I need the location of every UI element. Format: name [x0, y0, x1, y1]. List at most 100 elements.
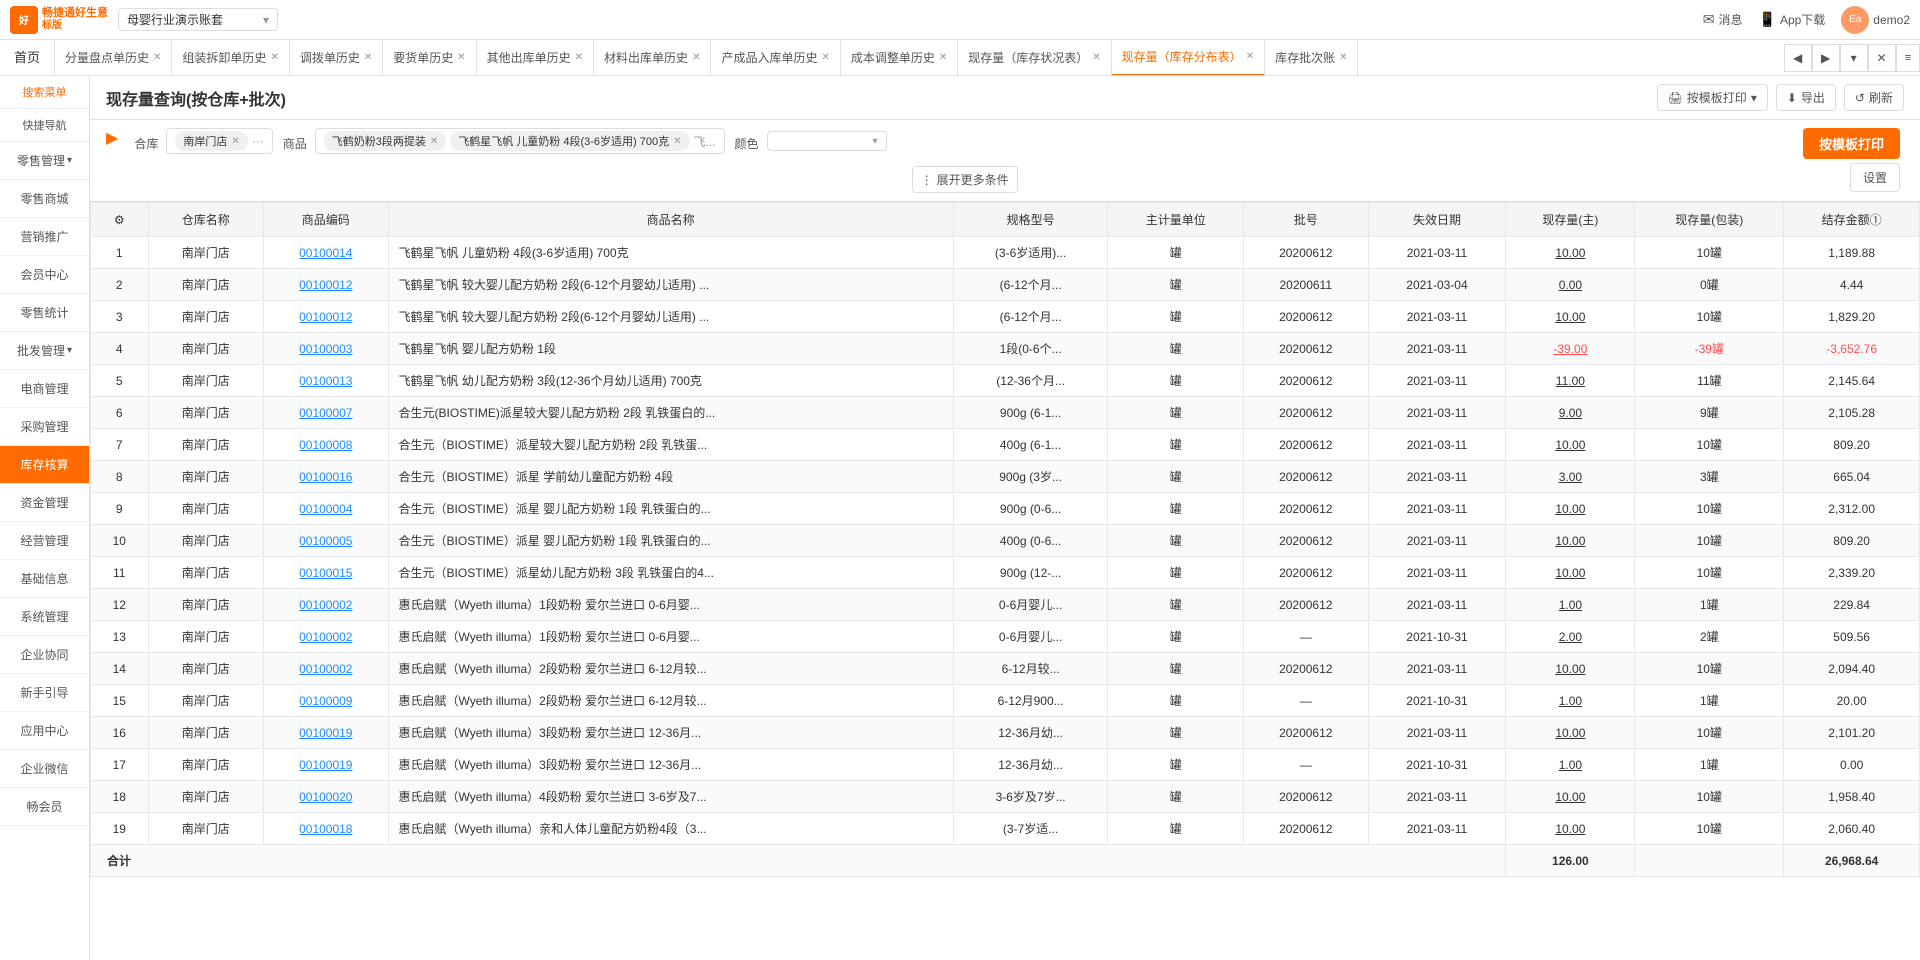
sidebar-item-purchase[interactable]: 采购管理	[0, 408, 89, 446]
sidebar-item-finance[interactable]: 资金管理	[0, 484, 89, 522]
sidebar-item-ecommerce[interactable]: 电商管理	[0, 370, 89, 408]
sidebar-item-guide[interactable]: 新手引导	[0, 674, 89, 712]
sidebar-item-basic[interactable]: 基础信息	[0, 560, 89, 598]
product-tag-1-close[interactable]: ✕	[430, 136, 438, 147]
cell-code[interactable]: 00100002	[264, 653, 389, 685]
expand-more-btn[interactable]: ⋮ 展开更多条件	[912, 166, 1018, 193]
sidebar-item-stock[interactable]: 库存核算	[0, 446, 89, 484]
sidebar-item-app-center[interactable]: 应用中心	[0, 712, 89, 750]
sidebar-item-biz[interactable]: 经营管理	[0, 522, 89, 560]
tab-prev-btn[interactable]: ◀	[1784, 44, 1812, 72]
store-selector[interactable]: 母婴行业演示账套 ▾	[118, 8, 278, 31]
warehouse-tag-close[interactable]: ✕	[231, 136, 239, 147]
cell-code[interactable]: 00100002	[264, 589, 389, 621]
tab-close-split[interactable]: ✕	[153, 40, 161, 76]
sidebar-item-retail[interactable]: 零售管理 ▾	[0, 142, 89, 180]
cell-code[interactable]: 00100013	[264, 365, 389, 397]
cell-qty-main[interactable]: 10.00	[1506, 717, 1635, 749]
cell-qty-main[interactable]: 10.00	[1506, 301, 1635, 333]
cell-qty-main[interactable]: 11.00	[1506, 365, 1635, 397]
sidebar-item-corp[interactable]: 企业协同	[0, 636, 89, 674]
sidebar-item-member2[interactable]: 畅会员	[0, 788, 89, 826]
tab-home[interactable]: 首页	[0, 40, 55, 76]
tab-stock-dist[interactable]: 现存量（库存分布表） ✕	[1112, 40, 1265, 76]
cell-qty-main[interactable]: 3.00	[1506, 461, 1635, 493]
warehouse-selector[interactable]: 南岸门店 ✕ ···	[166, 128, 272, 154]
cell-qty-main[interactable]: 9.00	[1506, 397, 1635, 429]
tab-close-want[interactable]: ✕	[457, 40, 465, 76]
tab-want[interactable]: 要货单历史 ✕	[383, 40, 476, 76]
tab-mix[interactable]: 调拨单历史 ✕	[290, 40, 383, 76]
tab-close-material-out[interactable]: ✕	[692, 40, 700, 76]
cell-qty-main[interactable]: 2.00	[1506, 621, 1635, 653]
app-download-btn[interactable]: 📱 App下载	[1759, 11, 1826, 28]
tab-batch-settle[interactable]: 库存批次账 ✕	[1265, 40, 1358, 76]
tab-close-stock-dist[interactable]: ✕	[1246, 40, 1254, 75]
cell-code[interactable]: 00100003	[264, 333, 389, 365]
cell-code[interactable]: 00100016	[264, 461, 389, 493]
cell-code[interactable]: 00100008	[264, 429, 389, 461]
cell-code[interactable]: 00100012	[264, 269, 389, 301]
cell-qty-main[interactable]: 1.00	[1506, 589, 1635, 621]
cell-qty-main[interactable]: 1.00	[1506, 685, 1635, 717]
tab-product-in[interactable]: 产成品入库单历史 ✕	[711, 40, 840, 76]
user-info[interactable]: Ea demo2	[1841, 6, 1910, 34]
export-btn[interactable]: ⬇ 导出	[1776, 84, 1836, 111]
col-settings[interactable]: ⚙	[91, 203, 149, 237]
cell-code[interactable]: 00100012	[264, 301, 389, 333]
cell-code[interactable]: 00100019	[264, 717, 389, 749]
tab-next-btn[interactable]: ▶	[1812, 44, 1840, 72]
cell-code[interactable]: 00100005	[264, 525, 389, 557]
cell-code[interactable]: 00100004	[264, 493, 389, 525]
cell-code[interactable]: 00100014	[264, 237, 389, 269]
sidebar-item-wholesale[interactable]: 批发管理 ▾	[0, 332, 89, 370]
cell-qty-main[interactable]: 10.00	[1506, 429, 1635, 461]
cell-qty-main[interactable]: 1.00	[1506, 749, 1635, 781]
sidebar-item-shop[interactable]: 零售商城	[0, 180, 89, 218]
sidebar-quick-nav[interactable]: 快捷导航	[0, 109, 89, 142]
tab-disassemble[interactable]: 组装拆卸单历史 ✕	[172, 40, 289, 76]
message-btn[interactable]: ✉ 消息	[1703, 11, 1743, 28]
query-btn[interactable]: 按模板打印	[1803, 128, 1900, 159]
sidebar-item-stats[interactable]: 零售统计	[0, 294, 89, 332]
tab-close-other-out[interactable]: ✕	[575, 40, 583, 76]
tab-close-current-btn[interactable]: ✕	[1868, 44, 1896, 72]
cell-code[interactable]: 00100019	[264, 749, 389, 781]
sidebar-item-member[interactable]: 会员中心	[0, 256, 89, 294]
cell-qty-main[interactable]: 10.00	[1506, 813, 1635, 845]
tab-close-cost-adjust[interactable]: ✕	[939, 40, 947, 76]
tab-close-disassemble[interactable]: ✕	[270, 40, 278, 76]
tab-close-batch-settle[interactable]: ✕	[1339, 40, 1347, 76]
tab-close-product-in[interactable]: ✕	[821, 40, 829, 76]
setting-btn[interactable]: 设置	[1850, 163, 1900, 192]
cell-code[interactable]: 00100020	[264, 781, 389, 813]
tab-material-out[interactable]: 材料出库单历史 ✕	[594, 40, 711, 76]
cell-code[interactable]: 00100018	[264, 813, 389, 845]
tab-other-out[interactable]: 其他出库单历史 ✕	[477, 40, 594, 76]
tab-close-stock-status[interactable]: ✕	[1092, 40, 1100, 76]
cell-qty-main[interactable]: 10.00	[1506, 493, 1635, 525]
cell-code[interactable]: 00100009	[264, 685, 389, 717]
cell-code[interactable]: 00100015	[264, 557, 389, 589]
cell-code[interactable]: 00100002	[264, 621, 389, 653]
sidebar-search[interactable]: 搜索菜单	[0, 76, 89, 109]
cell-qty-main[interactable]: -39.00	[1506, 333, 1635, 365]
tab-stock-status[interactable]: 现存量（库存状况表） ✕	[958, 40, 1111, 76]
cell-code[interactable]: 00100007	[264, 397, 389, 429]
cell-qty-main[interactable]: 10.00	[1506, 557, 1635, 589]
refresh-btn[interactable]: ↺ 刷新	[1844, 84, 1904, 111]
tab-menu-btn[interactable]: ▾	[1840, 44, 1868, 72]
cell-qty-main[interactable]: 10.00	[1506, 237, 1635, 269]
cell-qty-main[interactable]: 10.00	[1506, 781, 1635, 813]
filter-expand-arrow[interactable]: ▶	[106, 128, 118, 148]
sidebar-item-marketing[interactable]: 营销推广	[0, 218, 89, 256]
product-tag-2-close[interactable]: ✕	[673, 136, 681, 147]
tab-cost-adjust[interactable]: 成本调整单历史 ✕	[841, 40, 958, 76]
color-selector[interactable]: ▾	[767, 131, 887, 151]
tab-close-mix[interactable]: ✕	[364, 40, 372, 76]
cell-qty-main[interactable]: 0.00	[1506, 269, 1635, 301]
cell-qty-main[interactable]: 10.00	[1506, 525, 1635, 557]
tab-close-all-btn[interactable]: ≡	[1896, 44, 1920, 72]
print-btn[interactable]: 🖨 按模板打印 ▾	[1657, 84, 1768, 111]
sidebar-item-system[interactable]: 系统管理	[0, 598, 89, 636]
